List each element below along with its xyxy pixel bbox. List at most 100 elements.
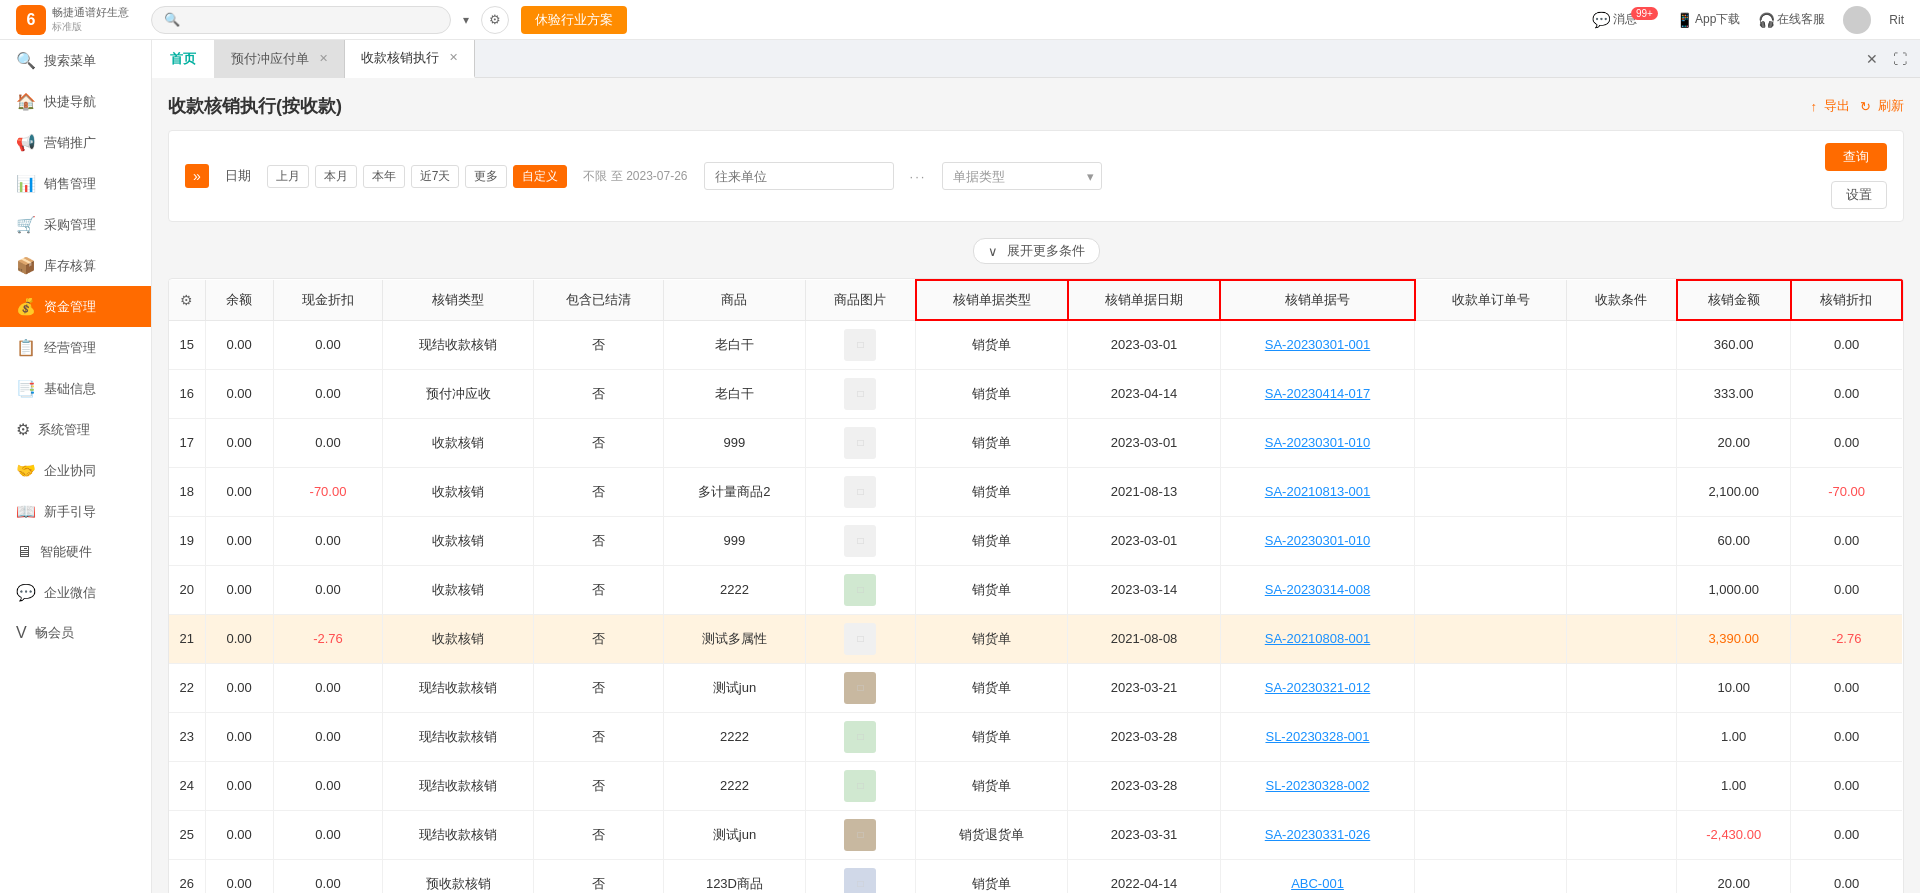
cell-cancel-bill-no[interactable]: ABC-001 [1220,859,1414,893]
filter-toggle-btn[interactable] [185,164,209,188]
table-row: 24 0.00 0.00 现结收款核销 否 2222 □ 销货单 2023-03… [169,761,1902,810]
col-settings-icon[interactable]: ⚙ [178,291,196,309]
expand-label: 展开更多条件 [1007,242,1085,260]
cell-receipt-condition [1566,810,1676,859]
tab-prepay-label: 预付冲应付单 [231,50,309,68]
sidebar-item-member-label: 畅会员 [35,624,74,642]
search-dropdown[interactable]: ▾ [463,13,469,27]
col-goods-header: 商品 [664,280,806,320]
cell-include-settled: 否 [534,418,664,467]
sidebar-item-wechat[interactable]: 💬 企业微信 [0,572,151,613]
partner-input[interactable] [704,162,894,190]
sidebar-item-sales[interactable]: 📊 销售管理 [0,163,151,204]
operations-icon: 📋 [16,338,36,357]
sidebar-item-purchase[interactable]: 🛒 采购管理 [0,204,151,245]
period-this-month[interactable]: 本月 [315,165,357,188]
basics-icon: 📑 [16,379,36,398]
tab-home[interactable]: 首页 [152,40,215,78]
cell-receipt-condition [1566,369,1676,418]
setting-btn[interactable]: 设置 [1831,181,1887,209]
tab-receipt-cancel-close[interactable]: ✕ [449,51,458,64]
tab-prepay[interactable]: 预付冲应付单 ✕ [215,40,345,78]
msg-btn[interactable]: 消息 99+ [1592,11,1658,29]
sidebar-item-basics[interactable]: 📑 基础信息 [0,368,151,409]
gear-button[interactable] [481,6,509,34]
cell-cancel-bill-no[interactable]: SA-20230314-008 [1220,565,1414,614]
cell-cancel-bill-no[interactable]: SL-20230328-002 [1220,761,1414,810]
cell-cancel-discount: 0.00 [1791,418,1902,467]
sidebar-item-inventory[interactable]: 📦 库存核算 [0,245,151,286]
cell-receipt-condition [1566,565,1676,614]
search-bar[interactable] [151,6,451,34]
refresh-btn[interactable]: 刷新 [1860,97,1904,115]
sidebar-item-finance[interactable]: 💰 资金管理 [0,286,151,327]
sidebar-item-guide[interactable]: 📖 新手引导 [0,491,151,532]
col-goods-img-header: 商品图片 [805,280,915,320]
gear-icon [489,12,501,27]
export-btn[interactable]: 导出 [1811,97,1851,115]
cell-receipt-condition [1566,467,1676,516]
cell-cancel-bill-no[interactable]: SA-20230301-010 [1220,516,1414,565]
cell-cancel-discount: 0.00 [1791,516,1902,565]
table-scroll[interactable]: ⚙ 余额 现金折扣 核销类型 包含已结清 商品 商品图片 核销单据类型 核销单据… [169,279,1903,893]
cell-include-settled: 否 [534,516,664,565]
sidebar-item-inventory-label: 库存核算 [44,257,96,275]
tab-prepay-close[interactable]: ✕ [319,52,328,65]
cell-cancel-bill-no[interactable]: SL-20230328-001 [1220,712,1414,761]
period-7days[interactable]: 近7天 [411,165,460,188]
cell-goods-img: □ [805,859,915,893]
cell-goods: 123D商品 [664,859,806,893]
maximize-icon [1893,51,1907,67]
cell-cancel-bill-type: 销货单 [916,614,1068,663]
cell-cash-discount: 0.00 [273,663,383,712]
cell-receipt-order-no [1415,712,1567,761]
col-cancel-discount-header: 核销折扣 [1791,280,1902,320]
expand-bar[interactable]: 展开更多条件 [168,232,1904,270]
cell-cancel-amount: 60.00 [1677,516,1791,565]
cell-receipt-order-no [1415,369,1567,418]
cell-cancel-bill-no[interactable]: SA-20230414-017 [1220,369,1414,418]
sidebar-item-search[interactable]: 🔍 搜索菜单 [0,40,151,81]
sidebar-item-member[interactable]: V 畅会员 [0,613,151,653]
sidebar-item-operations[interactable]: 📋 经营管理 [0,327,151,368]
export-icon [1811,99,1821,114]
sidebar-item-quick[interactable]: 🏠 快捷导航 [0,81,151,122]
expand-bar-inner[interactable]: 展开更多条件 [973,238,1100,264]
period-this-year[interactable]: 本年 [363,165,405,188]
tab-receipt-cancel[interactable]: 收款核销执行 ✕ [345,40,475,78]
cell-cancel-discount: 0.00 [1791,712,1902,761]
sidebar-item-hardware[interactable]: 🖥 智能硬件 [0,532,151,572]
sidebar-item-marketing[interactable]: 📢 营销推广 [0,122,151,163]
col-cancel-bill-no-header: 核销单据号 [1220,280,1414,320]
cell-balance: 0.00 [205,467,273,516]
cell-cancel-bill-no[interactable]: SA-20230331-026 [1220,810,1414,859]
sidebar-item-system[interactable]: ⚙ 系统管理 [0,409,151,450]
cell-cancel-amount: 20.00 [1677,418,1791,467]
period-last-month[interactable]: 上月 [267,165,309,188]
cell-cancel-amount: 360.00 [1677,320,1791,369]
sidebar-item-enterprise[interactable]: 🤝 企业协同 [0,450,151,491]
service-btn[interactable]: 在线客服 [1758,11,1825,28]
cell-cash-discount: 0.00 [273,761,383,810]
cell-cancel-bill-no[interactable]: SA-20210808-001 [1220,614,1414,663]
cell-cancel-bill-no[interactable]: SA-20230301-010 [1220,418,1414,467]
period-custom[interactable]: 自定义 [513,165,567,188]
cell-cancel-amount: 3,390.00 [1677,614,1791,663]
cell-cancel-bill-no[interactable]: SA-20210813-001 [1220,467,1414,516]
industry-btn[interactable]: 休验行业方案 [521,6,627,34]
logo-name: 畅捷通谱好生意 [52,5,129,19]
period-more[interactable]: 更多 [465,165,507,188]
cell-cancel-bill-type: 销货单 [916,467,1068,516]
cell-cancel-bill-no[interactable]: SA-20230321-012 [1220,663,1414,712]
receipt-type-select[interactable]: 单据类型 [942,162,1102,190]
close-tab-btn[interactable]: ✕ [1860,47,1884,71]
member-icon: V [16,624,27,642]
cell-cancel-bill-no[interactable]: SA-20230301-001 [1220,320,1414,369]
cell-cancel-bill-type: 销货单 [916,369,1068,418]
export-label: 导出 [1824,97,1850,115]
maximize-tab-btn[interactable] [1888,47,1912,71]
sidebar-item-sales-label: 销售管理 [44,175,96,193]
app-btn[interactable]: App下载 [1676,11,1740,28]
cell-goods: 多计量商品2 [664,467,806,516]
query-btn[interactable]: 查询 [1825,143,1887,171]
